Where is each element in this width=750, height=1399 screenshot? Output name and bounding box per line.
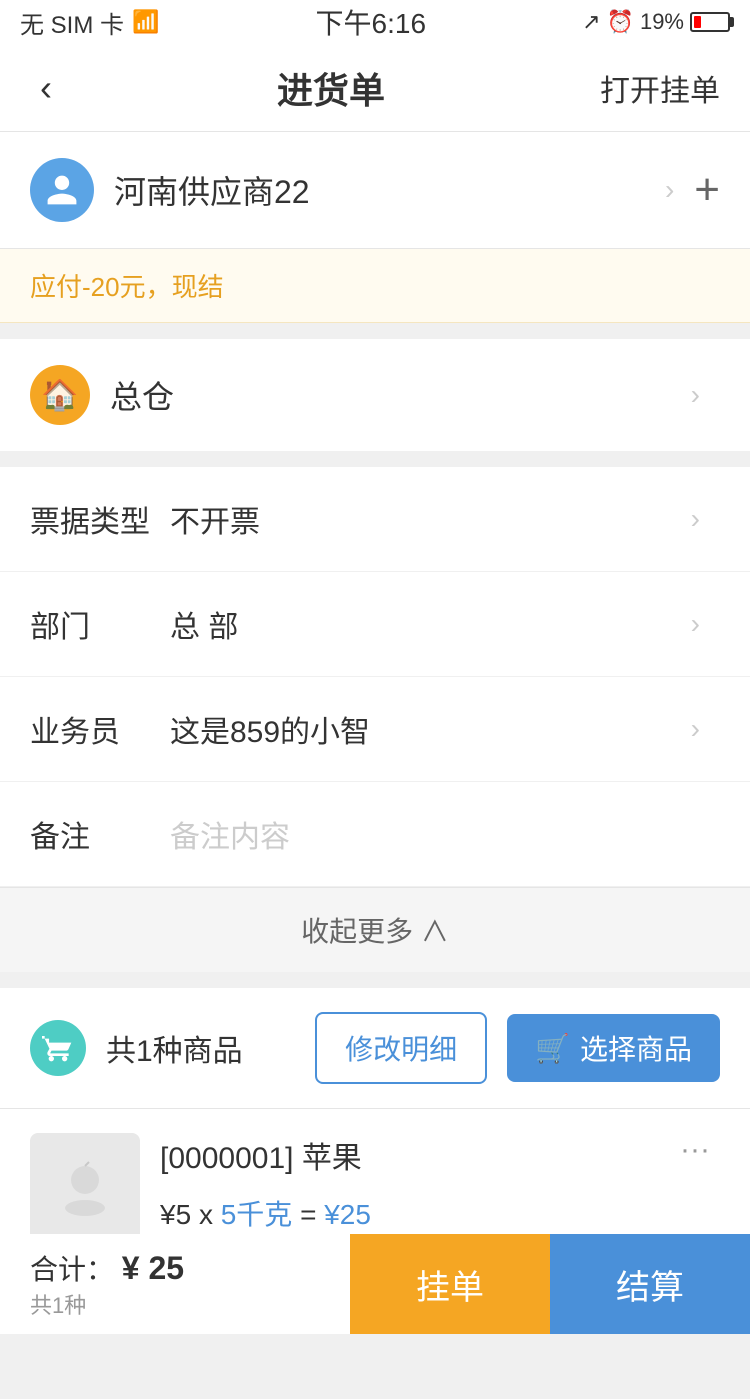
bottom-bar: 合计： ¥ 25 共1种 挂单 结算 [0,1234,750,1334]
supplier-card: 河南供应商22 › + 应付-20元，现结 [0,132,750,323]
note-placeholder: 备注内容 [170,812,720,856]
warehouse-name: 总仓 [110,372,691,418]
product-name: [0000001] 苹果 [160,1133,650,1177]
select-icon: 🛒 [535,1032,570,1065]
warehouse-row[interactable]: 🏠 总仓 › [0,339,750,451]
dept-chevron-icon: › [691,608,700,640]
dept-label: 部门 [30,602,170,646]
price-value: ¥5 [160,1199,191,1230]
salesman-label: 业务员 [30,707,170,751]
dept-value: 总 部 [170,602,691,646]
ticket-chevron-icon: › [691,503,700,535]
settle-button[interactable]: 结算 [550,1234,750,1334]
carrier-label: 无 SIM 卡 [20,5,124,40]
select-btn-label: 选择商品 [580,1028,692,1068]
product-code: [0000001] [160,1142,293,1175]
total-prefix: 合计： [30,1254,114,1285]
line-total: ¥25 [324,1199,371,1230]
battery-icon [690,12,730,32]
product-more-button[interactable]: ··· [670,1133,720,1167]
product-thumb-icon [55,1158,115,1218]
total-amount: ¥ 25 [122,1250,184,1286]
alarm-icon: ⏰ [607,9,634,35]
warehouse-chevron-icon: › [691,379,700,411]
product-price: ¥5 x 5千克 = ¥25 [160,1193,650,1233]
supplier-alert: 应付-20元，现结 [0,249,750,323]
dept-row[interactable]: 部门 总 部 › [0,572,750,677]
total-section: 合计： ¥ 25 共1种 [0,1234,350,1334]
products-header: 共1种商品 修改明细 🛒 选择商品 [0,988,750,1109]
ticket-value: 不开票 [170,497,691,541]
product-thumbnail [30,1133,140,1243]
note-label: 备注 [30,812,170,856]
status-time: 下午6:16 [316,2,427,42]
open-hang-button[interactable]: 打开挂单 [600,66,720,110]
salesman-row[interactable]: 业务员 这是859的小智 › [0,677,750,782]
salesman-chevron-icon: › [691,713,700,745]
warehouse-icon: 🏠 [30,365,90,425]
supplier-name: 河南供应商22 [114,167,665,213]
supplier-avatar [30,158,94,222]
wifi-icon: 📶 [132,9,159,35]
add-supplier-button[interactable]: + [694,168,720,212]
form-card: 票据类型 不开票 › 部门 总 部 › 业务员 这是859的小智 › 备注 备注… [0,467,750,972]
page-title: 进货单 [277,62,385,114]
status-left: 无 SIM 卡 📶 [20,5,159,40]
main-content: 河南供应商22 › + 应付-20元，现结 🏠 总仓 › 票据类型 不开票 › … [0,132,750,1399]
products-icon [30,1020,86,1076]
home-icon: 🏠 [41,378,78,413]
qty-value: 5千克 [221,1199,293,1230]
status-right: ↗ ⏰ 19% [582,9,730,35]
total-row: 合计： ¥ 25 [30,1248,320,1288]
collapse-button[interactable]: 收起更多 ∧ [0,887,750,972]
nav-bar: ‹ 进货单 打开挂单 [0,44,750,132]
battery-label: 19% [640,9,684,35]
edit-details-button[interactable]: 修改明细 [315,1012,487,1084]
status-bar: 无 SIM 卡 📶 下午6:16 ↗ ⏰ 19% [0,0,750,44]
ticket-type-row[interactable]: 票据类型 不开票 › [0,467,750,572]
products-card: 共1种商品 修改明细 🛒 选择商品 [0000001] 苹果 [0,988,750,1267]
supplier-chevron-icon: › [665,174,674,206]
supplier-row[interactable]: 河南供应商22 › + [0,132,750,249]
equals-sign: = [300,1199,324,1230]
select-products-button[interactable]: 🛒 选择商品 [507,1014,720,1082]
shopping-icon [42,1032,74,1064]
ticket-label: 票据类型 [30,497,170,541]
hang-button[interactable]: 挂单 [350,1234,550,1334]
product-info: [0000001] 苹果 ¥5 x 5千克 = ¥25 [160,1133,650,1233]
person-icon [44,172,80,208]
total-count: 共1种 [30,1288,320,1320]
product-title: 苹果 [302,1142,362,1175]
warehouse-card: 🏠 总仓 › [0,339,750,451]
note-row[interactable]: 备注 备注内容 [0,782,750,887]
back-button[interactable]: ‹ [30,57,62,119]
salesman-value: 这是859的小智 [170,707,691,751]
price-separator: x [199,1199,221,1230]
products-count: 共1种商品 [106,1026,295,1070]
location-icon: ↗ [582,9,600,35]
